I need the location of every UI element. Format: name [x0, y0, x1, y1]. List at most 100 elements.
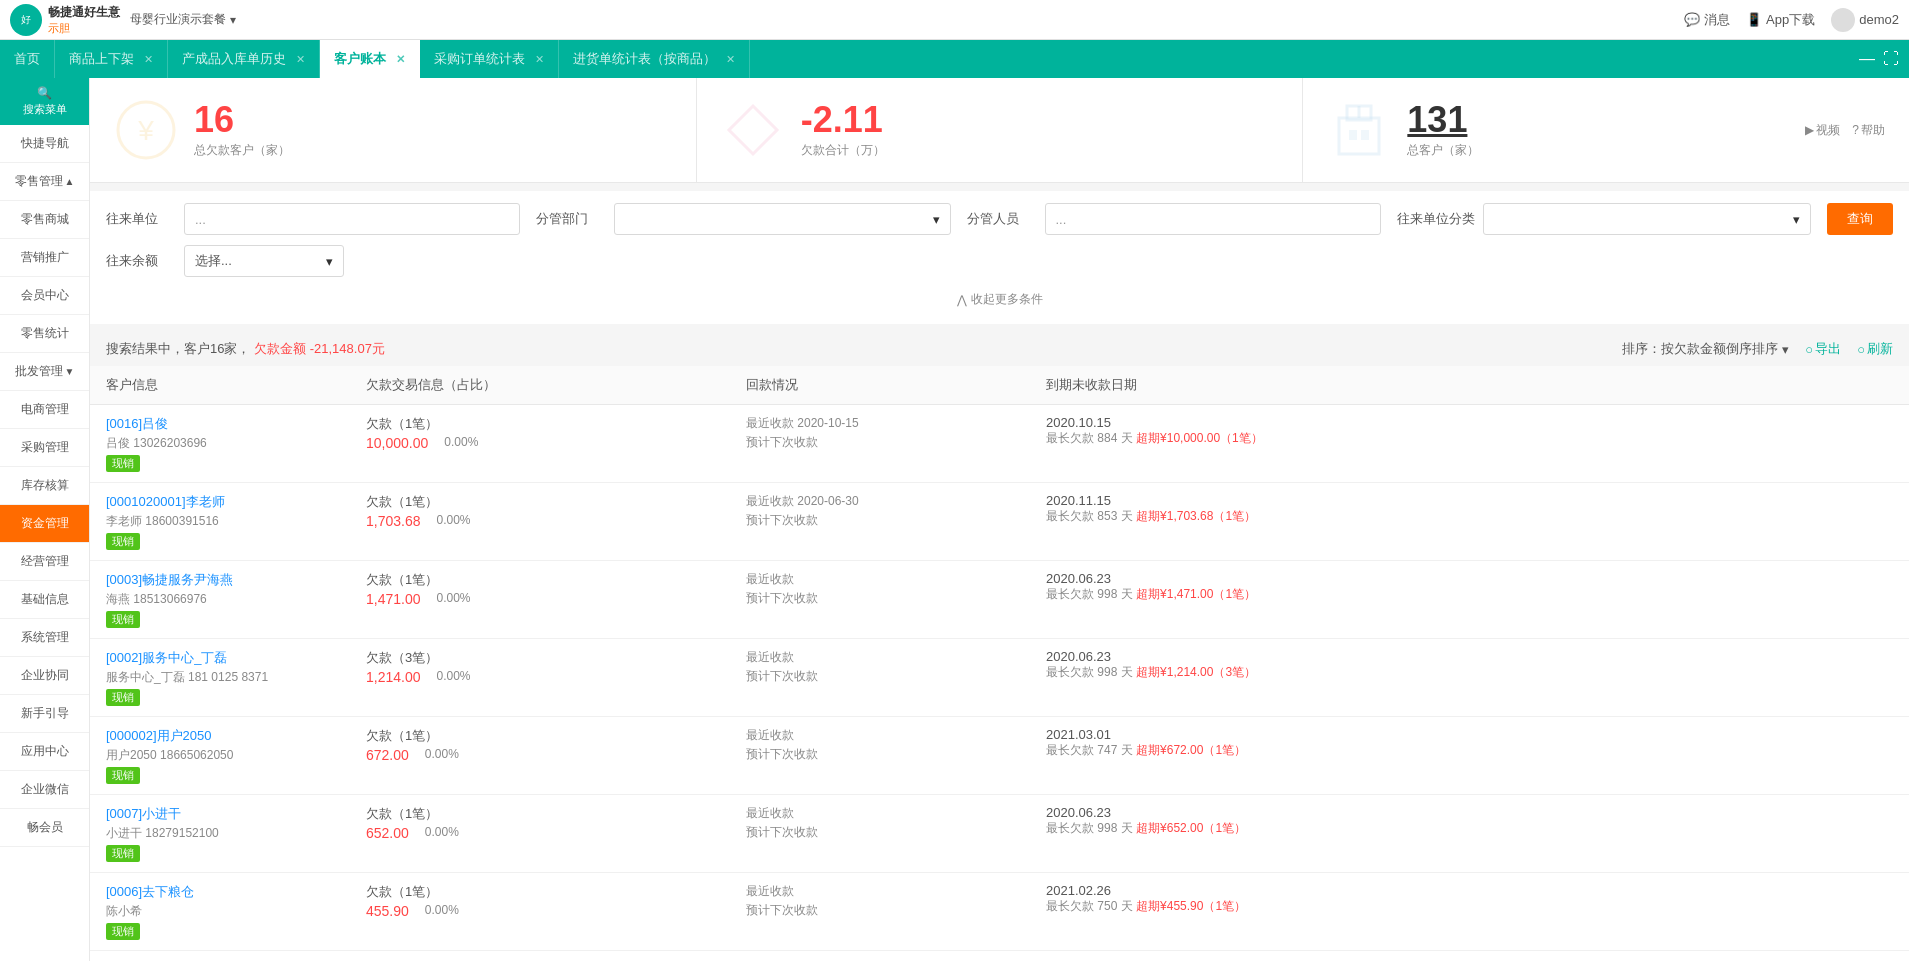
debt-count-2: 欠款（1笔）	[366, 571, 714, 589]
svg-rect-6	[1349, 130, 1357, 140]
customer-name-4[interactable]: [000002]用户2050	[106, 727, 334, 745]
tab-product-history[interactable]: 产成品入库单历史 ✕	[168, 40, 320, 78]
cell-customer-0: [0016]吕俊 吕俊 13026203696 现销	[90, 405, 350, 483]
sidebar-item-marketing[interactable]: 营销推广	[0, 239, 89, 277]
table-row: [000002]用户2050 用户2050 18665062050 现销 欠款（…	[90, 717, 1909, 795]
sidebar-item-wholesale-mgmt[interactable]: 批发管理 ▼	[0, 353, 89, 391]
customer-name-5[interactable]: [0007]小进干	[106, 805, 334, 823]
debt-count-4: 欠款（1笔）	[366, 727, 714, 745]
sidebar-item-retail-stats[interactable]: 零售统计	[0, 315, 89, 353]
overdue-days-3: 最长欠款 998 天	[1046, 665, 1136, 679]
customer-name-2[interactable]: [0003]畅捷服务尹海燕	[106, 571, 334, 589]
help-btn[interactable]: ? 帮助	[1852, 122, 1885, 139]
latest-payment-5: 最近收款	[746, 805, 1014, 822]
cell-debt-7: 欠款（1笔） 429.00 0.00%	[350, 951, 730, 962]
search-button[interactable]: 查询	[1827, 203, 1893, 235]
dropdown-icon: ▾	[933, 212, 940, 227]
sidebar-item-purchase-mgmt[interactable]: 采购管理	[0, 429, 89, 467]
maximize-icon[interactable]: ⛶	[1883, 50, 1899, 68]
close-tab-5[interactable]: ✕	[726, 53, 735, 66]
overdue-amount-1[interactable]: 超期¥1,703.68（1笔）	[1136, 509, 1256, 523]
dept-label: 分管部门	[536, 210, 606, 228]
manager-label: 分管人员	[967, 210, 1037, 228]
overdue-amount-0[interactable]: 超期¥10,000.00（1笔）	[1136, 431, 1263, 445]
refresh-btn[interactable]: ○ 刷新	[1857, 340, 1893, 358]
tab-purchase-order[interactable]: 采购订单统计表 ✕	[420, 40, 559, 78]
close-tab-1[interactable]: ✕	[144, 53, 153, 66]
export-btn[interactable]: ○ 导出	[1805, 340, 1841, 358]
next-payment-4: 预计下次收款	[746, 746, 1014, 763]
customer-tag-5: 现销	[106, 845, 140, 862]
svg-text:¥: ¥	[137, 115, 154, 146]
close-tab-3[interactable]: ✕	[396, 53, 405, 66]
overdue-amount-5[interactable]: 超期¥652.00（1笔）	[1136, 821, 1246, 835]
video-btn[interactable]: ▶ 视频	[1805, 122, 1840, 139]
sidebar-item-app-center[interactable]: 应用中心	[0, 733, 89, 771]
sidebar-item-enterprise-collab[interactable]: 企业协同	[0, 657, 89, 695]
results-actions: 排序：按欠款金额倒序排序 ▾ ○ 导出 ○ 刷新	[1622, 340, 1893, 358]
overdue-amount-3[interactable]: 超期¥1,214.00（3笔）	[1136, 665, 1256, 679]
sidebar-item-retail-mall[interactable]: 零售商城	[0, 201, 89, 239]
close-tab-2[interactable]: ✕	[296, 53, 305, 66]
balance-select[interactable]: 选择... ▾	[184, 245, 344, 277]
debt-amount-0: 10,000.00	[366, 435, 428, 451]
arrow-icon: ▲	[65, 176, 75, 187]
sidebar-item-operation[interactable]: 经营管理	[0, 543, 89, 581]
tab-home[interactable]: 首页	[0, 40, 55, 78]
table-row: [000001]黄思源 黄思源 13552700226 现销 欠款（1笔） 42…	[90, 951, 1909, 962]
sidebar-item-enterprise-wechat[interactable]: 企业微信	[0, 771, 89, 809]
overdue-amount-2[interactable]: 超期¥1,471.00（1笔）	[1136, 587, 1256, 601]
cell-debt-0: 欠款（1笔） 10,000.00 0.00%	[350, 405, 730, 483]
debt-amount-3: 1,214.00	[366, 669, 421, 685]
overdue-amount-6[interactable]: 超期¥455.90（1笔）	[1136, 899, 1246, 913]
th-return: 回款情况	[730, 366, 1030, 405]
sidebar-item-basic-info[interactable]: 基础信息	[0, 581, 89, 619]
sidebar-item-retail-mgmt[interactable]: 零售管理 ▲	[0, 163, 89, 201]
sidebar-item-finance[interactable]: 资金管理	[0, 505, 89, 543]
cell-customer-7: [000001]黄思源 黄思源 13552700226 现销	[90, 951, 350, 962]
tab-inventory-stats[interactable]: 进货单统计表（按商品） ✕	[559, 40, 750, 78]
chevron-up-icon: ⋀	[957, 293, 967, 307]
sidebar-item-system[interactable]: 系统管理	[0, 619, 89, 657]
manager-input[interactable]: ...	[1045, 203, 1381, 235]
tab-customer-account[interactable]: 客户账本 ✕	[320, 40, 420, 78]
customer-name-1[interactable]: [0001020001]李老师	[106, 493, 334, 511]
sort-selector[interactable]: 排序：按欠款金额倒序排序 ▾	[1622, 340, 1789, 358]
th-due-date: 到期未收款日期	[1030, 366, 1909, 405]
cell-return-3: 最近收款 预计下次收款	[730, 639, 1030, 717]
user-avatar[interactable]: demo2	[1831, 8, 1899, 32]
unit-category-select[interactable]: ▾	[1483, 203, 1811, 235]
debt-ratio-3: 0.00%	[437, 669, 471, 683]
dept-select[interactable]: ▾	[614, 203, 950, 235]
customer-name-0[interactable]: [0016]吕俊	[106, 415, 334, 433]
message-btn[interactable]: 💬 消息	[1684, 11, 1730, 29]
due-date-0: 2020.10.15	[1046, 415, 1893, 430]
sidebar-item-member-vip[interactable]: 畅会员	[0, 809, 89, 847]
sidebar-item-newbie[interactable]: 新手引导	[0, 695, 89, 733]
industry-selector[interactable]: 母婴行业演示套餐 ▾	[130, 11, 236, 28]
customer-name-3[interactable]: [0002]服务中心_丁磊	[106, 649, 334, 667]
table-header-row: 客户信息 欠款交易信息（占比） 回款情况 到期未收款日期	[90, 366, 1909, 405]
minimize-icon[interactable]: —	[1859, 50, 1875, 68]
sidebar-search[interactable]: 🔍 搜索菜单	[0, 78, 89, 125]
debt-count-3: 欠款（3笔）	[366, 649, 714, 667]
app-download-btn[interactable]: 📱 App下载	[1746, 11, 1815, 29]
customer-phone-0: 吕俊 13026203696	[106, 435, 334, 452]
customer-phone-6: 陈小希	[106, 903, 334, 920]
close-tab-4[interactable]: ✕	[535, 53, 544, 66]
due-date-5: 2020.06.23	[1046, 805, 1893, 820]
sidebar-item-quick-nav[interactable]: 快捷导航	[0, 125, 89, 163]
source-unit-label: 往来单位	[106, 210, 176, 228]
customer-name-6[interactable]: [0006]去下粮仓	[106, 883, 334, 901]
overdue-amount-4[interactable]: 超期¥672.00（1笔）	[1136, 743, 1246, 757]
collapse-filter-btn[interactable]: ⋀ 收起更多条件	[106, 287, 1893, 312]
next-payment-2: 预计下次收款	[746, 590, 1014, 607]
help-icon: ?	[1852, 123, 1859, 137]
sidebar-item-member[interactable]: 会员中心	[0, 277, 89, 315]
sidebar-item-ecommerce[interactable]: 电商管理	[0, 391, 89, 429]
overdue-days-4: 最长欠款 747 天	[1046, 743, 1136, 757]
source-unit-input[interactable]: ...	[184, 203, 520, 235]
sidebar-item-inventory[interactable]: 库存核算	[0, 467, 89, 505]
tab-product-on-off[interactable]: 商品上下架 ✕	[55, 40, 168, 78]
data-table: 客户信息 欠款交易信息（占比） 回款情况 到期未收款日期 [0016]吕俊 吕俊…	[90, 366, 1909, 961]
